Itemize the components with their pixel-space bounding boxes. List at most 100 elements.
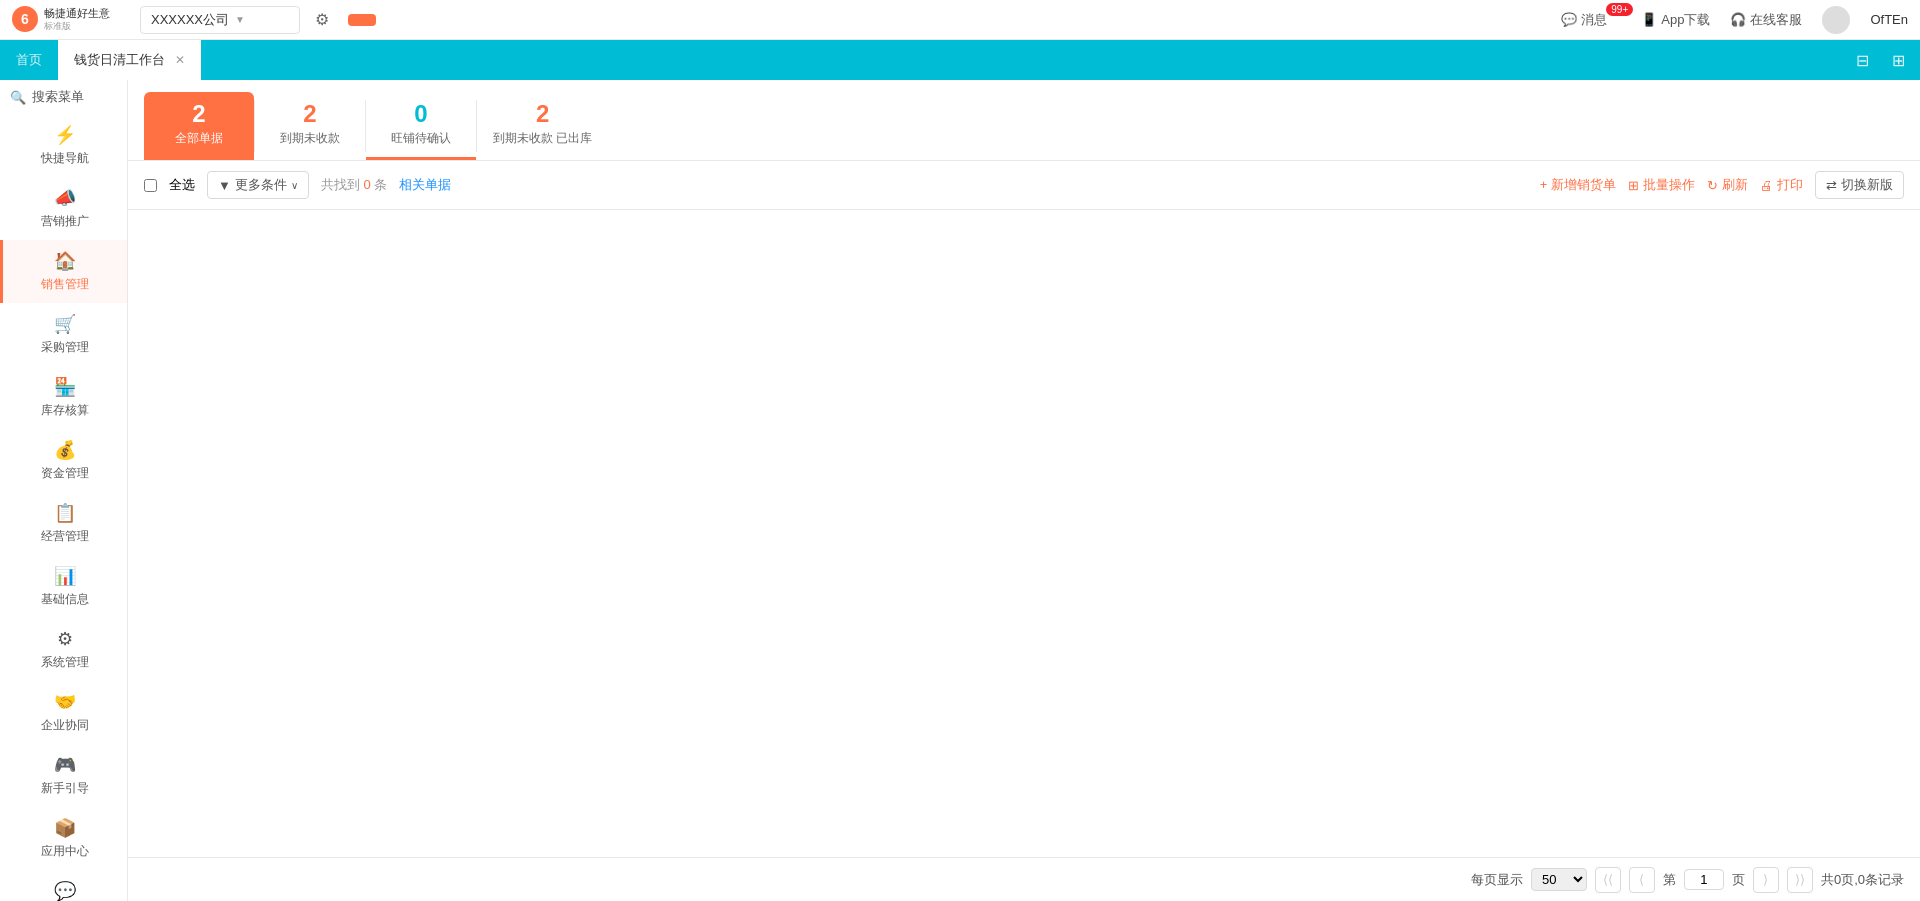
stat-count-wangpu: 0 xyxy=(382,100,460,128)
sidebar-item-nav[interactable]: ⚡ 快捷导航 xyxy=(0,114,127,177)
message-button[interactable]: 💬 消息 99+ xyxy=(1561,11,1621,29)
found-count: 0 xyxy=(364,177,371,192)
logo-badge: 标准版 xyxy=(44,20,110,33)
toolbar-right: + 新增销货单 ⊞ 批量操作 ↻ 刷新 🖨 打印 ⇄ 切换新版 xyxy=(1540,171,1904,199)
settings-button[interactable]: ⚙ xyxy=(308,6,336,34)
stat-tab-overdue-out[interactable]: 2 到期未收款 已出库 xyxy=(477,92,608,160)
filter-label: 更多条件 xyxy=(235,176,287,194)
stat-label-overdue-out: 到期未收款 已出库 xyxy=(493,130,592,147)
table-area xyxy=(128,210,1920,857)
add-button[interactable]: + 新增销货单 xyxy=(1540,176,1616,194)
sidebar-app-center-label: 应用中心 xyxy=(41,843,89,860)
sidebar-item-marketing[interactable]: 📣 营销推广 xyxy=(0,177,127,240)
marketing-icon: 📣 xyxy=(54,187,76,209)
page-suffix: 页 xyxy=(1732,871,1745,889)
stat-label-all: 全部单据 xyxy=(160,130,238,147)
stat-tab-all[interactable]: 2 全部单据 xyxy=(144,92,254,160)
system-icon: ⚙ xyxy=(57,628,73,650)
tab-work-label: 钱货日清工作台 xyxy=(74,51,165,69)
sidebar-item-app-center[interactable]: 📦 应用中心 xyxy=(0,807,127,870)
prev-page-button[interactable]: ⟨ xyxy=(1629,867,1655,893)
sidebar-item-operation[interactable]: 📋 经营管理 xyxy=(0,492,127,555)
guide-icon: 🎮 xyxy=(54,754,76,776)
sidebar-base-label: 基础信息 xyxy=(41,591,89,608)
message-icon: 💬 xyxy=(1561,12,1577,27)
switch-button[interactable]: ⇄ 切换新版 xyxy=(1815,171,1904,199)
stat-tab-overdue[interactable]: 2 到期未收款 xyxy=(255,92,365,160)
sidebar-operation-label: 经营管理 xyxy=(41,528,89,545)
refresh-icon: ↻ xyxy=(1707,178,1718,193)
sidebar-purchase-label: 采购管理 xyxy=(41,339,89,356)
sidebar-item-purchase[interactable]: 🛒 采购管理 xyxy=(0,303,127,366)
sidebar-item-base[interactable]: 📊 基础信息 xyxy=(0,555,127,618)
tab-bar: 首页 钱货日清工作台 ✕ ⊟ ⊞ xyxy=(0,40,1920,80)
logo-area: 6 畅捷通好生意 标准版 xyxy=(12,6,140,33)
experience-button[interactable] xyxy=(348,14,376,26)
message-badge: 99+ xyxy=(1606,3,1633,16)
stat-count-all: 2 xyxy=(160,100,238,128)
tab-close-icon[interactable]: ✕ xyxy=(175,53,185,67)
collab-icon: 🤝 xyxy=(54,691,76,713)
stat-tab-wangpu[interactable]: 0 旺铺待确认 xyxy=(366,92,476,160)
found-text: 共找到 0 条 xyxy=(321,176,387,194)
sidebar: 🔍 搜索菜单 ⚡ 快捷导航 📣 营销推广 🏠 销售管理 🛒 采购管理 🏪 库存核… xyxy=(0,80,128,901)
sidebar-item-finance[interactable]: 💰 资金管理 xyxy=(0,429,127,492)
next-page-button[interactable]: ⟩ xyxy=(1753,867,1779,893)
filter-arrow-icon: ∨ xyxy=(291,180,298,191)
sidebar-item-inventory[interactable]: 🏪 库存核算 xyxy=(0,366,127,429)
finance-icon: 💰 xyxy=(54,439,76,461)
operation-icon: 📋 xyxy=(54,502,76,524)
print-icon: 🖨 xyxy=(1760,178,1773,193)
app-download-icon: 📱 xyxy=(1641,12,1657,27)
tab-minimize-button[interactable]: ⊟ xyxy=(1848,46,1876,74)
refresh-button[interactable]: ↻ 刷新 xyxy=(1707,176,1748,194)
company-dropdown-arrow: ▼ xyxy=(235,14,245,25)
select-all-checkbox[interactable] xyxy=(144,179,157,192)
avatar[interactable] xyxy=(1822,6,1850,34)
sidebar-item-collab[interactable]: 🤝 企业协同 xyxy=(0,681,127,744)
stat-label-wangpu: 旺铺待确认 xyxy=(382,130,460,147)
print-button[interactable]: 🖨 打印 xyxy=(1760,176,1803,194)
sidebar-search-label: 搜索菜单 xyxy=(32,88,84,106)
tab-home-label: 首页 xyxy=(16,51,42,69)
sidebar-system-label: 系统管理 xyxy=(41,654,89,671)
found-unit: 条 xyxy=(374,177,387,192)
logo-icon: 6 xyxy=(12,6,38,32)
related-link[interactable]: 相关单据 xyxy=(399,176,451,194)
batch-icon: ⊞ xyxy=(1628,178,1639,193)
sidebar-item-wechat[interactable]: 💬 企业微信 xyxy=(0,870,127,901)
sidebar-search[interactable]: 🔍 搜索菜单 xyxy=(0,80,127,114)
company-selector[interactable]: XXXXXX公司 ▼ xyxy=(140,6,300,34)
stat-label-overdue: 到期未收款 xyxy=(271,130,349,147)
sidebar-item-sales[interactable]: 🏠 销售管理 xyxy=(0,240,127,303)
stat-count-overdue-out: 2 xyxy=(493,100,592,128)
pagination-summary: 共0页,0条记录 xyxy=(1821,871,1904,889)
online-service-button[interactable]: 🎧 在线客服 xyxy=(1730,11,1802,29)
content-area: 2 全部单据 2 到期未收款 0 旺铺待确认 2 到期未收款 已出库 全选 xyxy=(128,80,1920,901)
switch-label: 切换新版 xyxy=(1841,176,1893,194)
sidebar-marketing-label: 营销推广 xyxy=(41,213,89,230)
per-page-select[interactable]: 50 20 100 xyxy=(1531,868,1587,891)
sidebar-item-system[interactable]: ⚙ 系统管理 xyxy=(0,618,127,681)
page-input[interactable] xyxy=(1684,869,1724,890)
filter-button[interactable]: ▼ 更多条件 ∨ xyxy=(207,171,309,199)
sidebar-item-guide[interactable]: 🎮 新手引导 xyxy=(0,744,127,807)
app-download-button[interactable]: 📱 App下载 xyxy=(1641,11,1710,29)
tab-expand-button[interactable]: ⊞ xyxy=(1884,46,1912,74)
app-center-icon: 📦 xyxy=(54,817,76,839)
tab-work[interactable]: 钱货日清工作台 ✕ xyxy=(58,40,201,80)
online-service-icon: 🎧 xyxy=(1730,12,1746,27)
first-page-button[interactable]: ⟨⟨ xyxy=(1595,867,1621,893)
batch-button[interactable]: ⊞ 批量操作 xyxy=(1628,176,1695,194)
username[interactable]: OfTEn xyxy=(1870,12,1908,27)
tab-home[interactable]: 首页 xyxy=(0,40,58,80)
online-service-label: 在线客服 xyxy=(1750,11,1802,29)
stats-tabs: 2 全部单据 2 到期未收款 0 旺铺待确认 2 到期未收款 已出库 xyxy=(128,80,1920,161)
last-page-button[interactable]: ⟩⟩ xyxy=(1787,867,1813,893)
sidebar-collab-label: 企业协同 xyxy=(41,717,89,734)
tab-bar-actions: ⊟ ⊞ xyxy=(1848,46,1920,74)
toolbar: 全选 ▼ 更多条件 ∨ 共找到 0 条 相关单据 + 新增销货单 ⊞ 批量操作 … xyxy=(128,161,1920,210)
header-right: 💬 消息 99+ 📱 App下载 🎧 在线客服 OfTEn xyxy=(1561,6,1908,34)
top-header: 6 畅捷通好生意 标准版 XXXXXX公司 ▼ ⚙ 💬 消息 99+ 📱 App… xyxy=(0,0,1920,40)
app-download-label: App下载 xyxy=(1661,11,1710,29)
